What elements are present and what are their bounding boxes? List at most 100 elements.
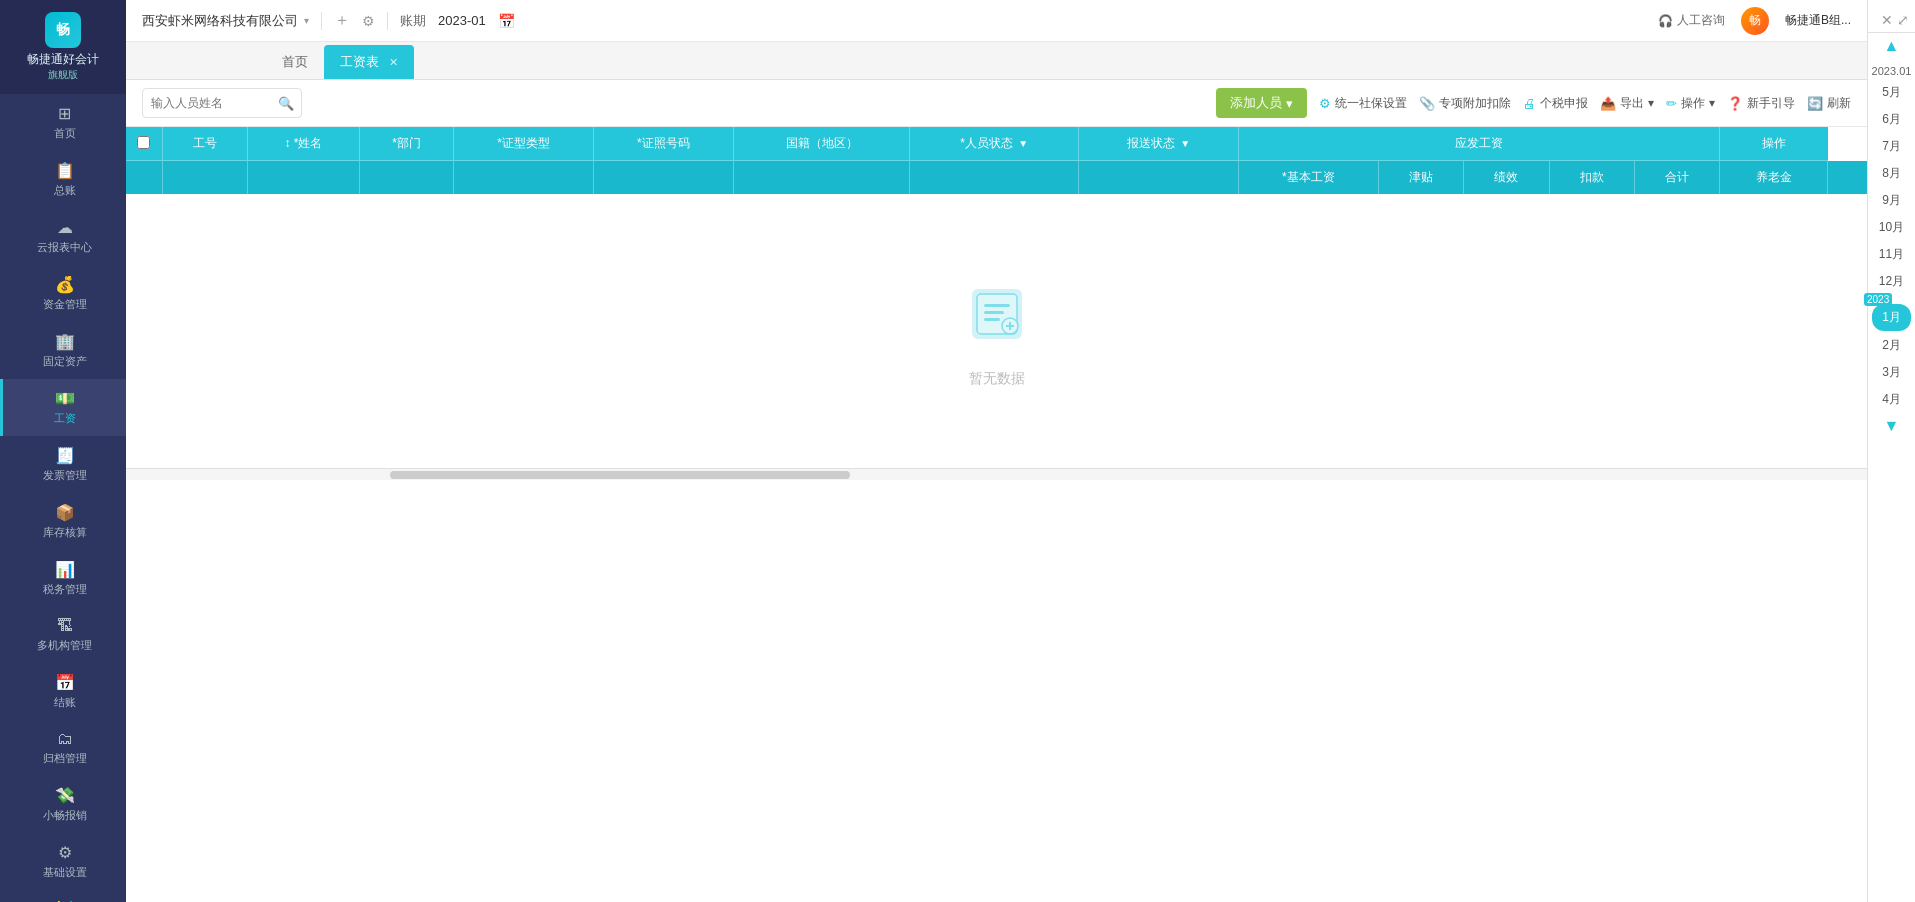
- search-wrap: 🔍: [142, 88, 302, 118]
- sidebar-item-guide[interactable]: 🔰新手引导: [0, 890, 126, 902]
- logo-text: 畅捷通好会计: [27, 52, 99, 68]
- sidebar-label-expense: 小畅报销: [43, 808, 87, 823]
- refresh-btn[interactable]: 🔄 刷新: [1807, 95, 1851, 112]
- assets-icon: 🏢: [55, 332, 75, 351]
- social-security-btn[interactable]: ⚙ 统一社保设置: [1319, 95, 1407, 112]
- special-deduction-btn[interactable]: 📎 专项附加扣除: [1419, 95, 1511, 112]
- sidebar-label-funds: 资金管理: [43, 297, 87, 312]
- sidebar-label-settings: 基础设置: [43, 865, 87, 880]
- sidebar-item-assets[interactable]: 🏢 固定资产: [0, 322, 126, 379]
- scroll-up-icon[interactable]: ▲: [1880, 33, 1904, 59]
- multiorg-icon: 🏗: [57, 617, 73, 635]
- sidebar: 畅 畅捷通好会计 旗舰版 ⊞ 首页 📋总账☁云报表中心💰资金管理 🏢 固定资产 💵工资🧾发…: [0, 0, 126, 902]
- empty-text: 暂无数据: [969, 370, 1025, 388]
- refresh-icon: 🔄: [1807, 96, 1823, 111]
- sidebar-item-expense[interactable]: 💸小畅报销: [0, 776, 126, 833]
- select-all-checkbox[interactable]: [137, 136, 150, 149]
- month-item-7[interactable]: 7月: [1877, 133, 1906, 160]
- tab-home[interactable]: 首页: [266, 45, 324, 79]
- tax-report-icon: 🖨: [1523, 96, 1536, 111]
- avatar: 畅: [1741, 7, 1769, 35]
- svg-rect-4: [984, 318, 1000, 321]
- month-item-9[interactable]: 9月: [1877, 187, 1906, 214]
- chevron-down-icon: ▾: [1286, 96, 1293, 111]
- month-item-10[interactable]: 10月: [1877, 214, 1906, 241]
- scroll-down-icon[interactable]: ▼: [1880, 413, 1904, 439]
- home-icon: ⊞: [58, 104, 71, 123]
- empty-icon: [957, 274, 1037, 354]
- th-id-type: *证型类型: [454, 127, 594, 161]
- settings-icon[interactable]: ⚙: [362, 13, 375, 29]
- month-item-2[interactable]: 2月: [1868, 332, 1915, 359]
- sidebar-label-multiorg: 多机构管理: [37, 638, 92, 653]
- sidebar-item-inventory[interactable]: 📦库存核算: [0, 493, 126, 550]
- export-btn[interactable]: 📤 导出 ▾: [1600, 95, 1654, 112]
- tab-salary-table[interactable]: 工资表 ✕: [324, 45, 414, 79]
- calendar-icon[interactable]: 📅: [498, 13, 515, 29]
- th-total: 合计: [1634, 161, 1719, 195]
- tax-icon: 📊: [55, 560, 75, 579]
- operation-chevron-icon: ▾: [1709, 96, 1715, 110]
- horizontal-scrollbar[interactable]: [126, 468, 1867, 480]
- operation-btn[interactable]: ✏ 操作 ▾: [1666, 95, 1715, 112]
- th-action: 操作: [1720, 127, 1828, 161]
- tax-report-btn[interactable]: 🖨 个税申报: [1523, 95, 1588, 112]
- sidebar-item-archive[interactable]: 🗂归档管理: [0, 720, 126, 776]
- th-checkbox[interactable]: [126, 127, 162, 161]
- month-item-3[interactable]: 3月: [1868, 359, 1915, 386]
- sidebar-label-home: 首页: [54, 126, 76, 141]
- close-panel-icon[interactable]: ✕: [1881, 12, 1893, 28]
- month-item-12[interactable]: 12月: [1877, 268, 1906, 295]
- sidebar-item-funds[interactable]: 💰资金管理: [0, 265, 126, 322]
- special-deduction-icon: 📎: [1419, 96, 1435, 111]
- svg-rect-2: [984, 304, 1010, 307]
- sidebar-item-tax[interactable]: 📊税务管理: [0, 550, 126, 607]
- settings-icon: ⚙: [58, 843, 72, 862]
- salary-table: 工号 ↕ *姓名 *部门 *证型类型 *证照号码 国籍（地区） *人员状态 ▼ …: [126, 127, 1867, 194]
- company-selector[interactable]: 西安虾米网络科技有限公司 ▾: [142, 12, 309, 30]
- th-no: 工号: [162, 127, 247, 161]
- sidebar-item-settings[interactable]: ⚙ 基础设置: [0, 833, 126, 890]
- sidebar-item-home[interactable]: ⊞ 首页: [0, 94, 126, 151]
- panel-header: ✕ ⤢: [1868, 8, 1915, 33]
- sidebar-item-ledger[interactable]: 📋总账: [0, 151, 126, 208]
- user-name: 畅捷通B组...: [1785, 12, 1851, 29]
- month-item-6[interactable]: 6月: [1877, 106, 1906, 133]
- right-panel: ✕ ⤢ ▲ 2023.01 5月6月7月8月9月10月11月12月 2023 1…: [1867, 0, 1915, 902]
- add-person-button[interactable]: 添加人员 ▾: [1216, 88, 1307, 118]
- th-deduct: 扣款: [1549, 161, 1634, 195]
- sidebar-item-salary[interactable]: 💵工资: [0, 379, 126, 436]
- sidebar-label-inventory: 库存核算: [43, 525, 87, 540]
- month-item-1[interactable]: 1月: [1872, 304, 1911, 331]
- svg-rect-3: [984, 311, 1004, 314]
- support-button[interactable]: 🎧 人工咨询: [1658, 12, 1725, 29]
- sidebar-label-assets: 固定资产: [43, 354, 87, 369]
- sidebar-item-invoice[interactable]: 🧾发票管理: [0, 436, 126, 493]
- tab-close-icon[interactable]: ✕: [389, 56, 398, 68]
- close-icon: 📅: [55, 673, 75, 692]
- month-item-5[interactable]: 5月: [1877, 79, 1906, 106]
- sidebar-item-cloud[interactable]: ☁云报表中心: [0, 208, 126, 265]
- guide-btn[interactable]: ❓ 新手引导: [1727, 95, 1795, 112]
- sidebar-item-close[interactable]: 📅 结账: [0, 663, 126, 720]
- th-base-salary: *基本工资: [1238, 161, 1378, 195]
- add-company-icon[interactable]: ＋: [334, 10, 350, 31]
- cloud-icon: ☁: [57, 218, 73, 237]
- sidebar-item-multiorg[interactable]: 🏗 多机构管理: [0, 607, 126, 663]
- month-item-8[interactable]: 8月: [1877, 160, 1906, 187]
- month-item-4[interactable]: 4月: [1868, 386, 1915, 413]
- scroll-thumb[interactable]: [390, 471, 850, 479]
- chevron-down-icon: ▾: [304, 15, 309, 26]
- sidebar-label-ledger: 总账: [54, 183, 76, 198]
- expand-panel-icon[interactable]: ⤢: [1897, 12, 1909, 28]
- sidebar-label-close: 结账: [54, 695, 76, 710]
- toolbar-right: 添加人员 ▾ ⚙ 统一社保设置 📎 专项附加扣除 🖨 个税申报 📤 导: [1216, 88, 1851, 118]
- divider-2: [387, 12, 388, 30]
- logo-sub: 旗舰版: [48, 68, 78, 82]
- company-name: 西安虾米网络科技有限公司: [142, 12, 298, 30]
- header: 西安虾米网络科技有限公司 ▾ ＋ ⚙ 账期 2023-01 📅 🎧 人工咨询 畅…: [126, 0, 1867, 42]
- table-wrap: 工号 ↕ *姓名 *部门 *证型类型 *证照号码 国籍（地区） *人员状态 ▼ …: [126, 127, 1867, 902]
- month-item-11[interactable]: 11月: [1877, 241, 1906, 268]
- logo[interactable]: 畅 畅捷通好会计 旗舰版: [0, 0, 126, 94]
- period-display: 2023.01: [1872, 59, 1912, 79]
